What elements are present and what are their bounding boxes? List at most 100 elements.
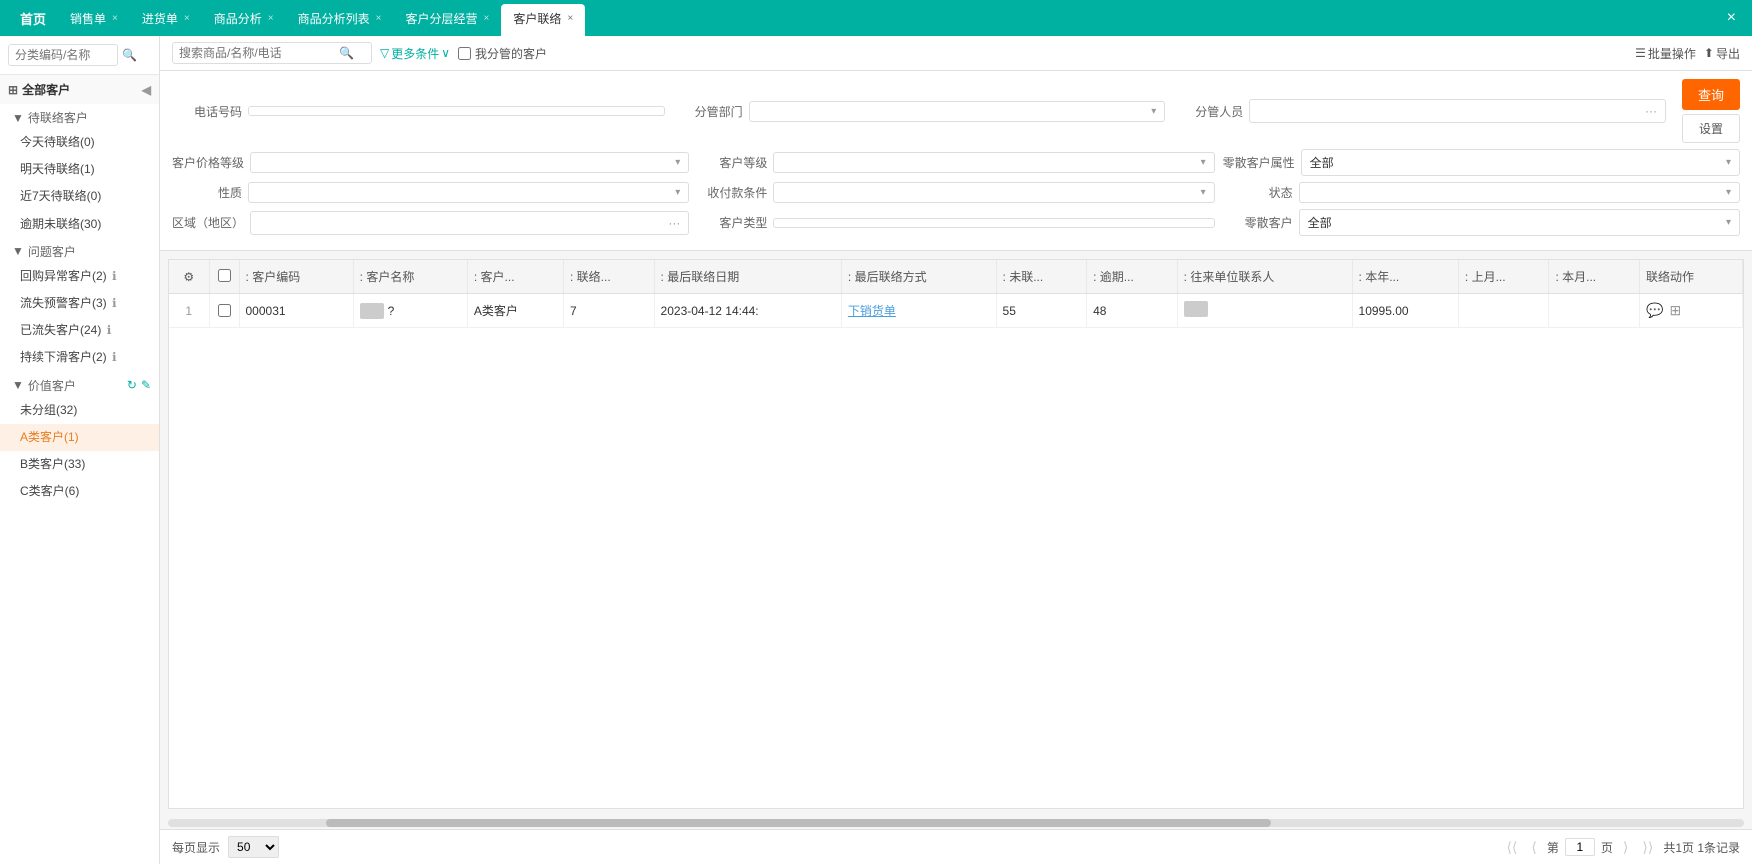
sidebar-search-area: 🔍: [0, 36, 159, 75]
all-customers-header[interactable]: ⊞ 全部客户 ◀: [0, 75, 159, 104]
page-input[interactable]: [1565, 838, 1595, 856]
col-header-no-contact: : 未联...: [996, 260, 1087, 294]
col-header-this-year: : 本年...: [1352, 260, 1458, 294]
cell-checkbox[interactable]: [209, 294, 239, 328]
batch-icon: ☰: [1635, 46, 1646, 60]
app-close-button[interactable]: ×: [1719, 5, 1744, 31]
cell-contact: 7: [563, 294, 654, 328]
row-checkbox[interactable]: [218, 304, 231, 317]
customer-level-input[interactable]: ▾: [773, 152, 1214, 173]
col-settings[interactable]: ⚙: [169, 260, 209, 294]
nature-input[interactable]: ▾: [248, 182, 689, 203]
sidebar-item-today[interactable]: 今天待联络(0): [0, 129, 159, 156]
nav-tab-customer-contact[interactable]: 客户联络 ×: [501, 4, 585, 37]
refresh-icon[interactable]: ↻: [127, 378, 137, 392]
batch-operations-btn[interactable]: ☰ 批量操作: [1635, 45, 1696, 62]
cell-num: 1: [169, 294, 209, 328]
close-customer-contact-icon[interactable]: ×: [567, 13, 573, 24]
scrollbar-thumb[interactable]: [326, 819, 1272, 827]
sidebar-item-b-class[interactable]: B类客户(33): [0, 451, 159, 478]
query-button[interactable]: 查询: [1682, 79, 1740, 110]
first-page-btn[interactable]: ⟨⟨: [1502, 837, 1521, 858]
col-header-action: 联络动作: [1640, 260, 1743, 294]
pagination: ⟨⟨ ⟨ 第 页 ⟩ ⟩⟩ 共1页 1条记录: [1502, 837, 1740, 858]
info-icon-repurchase: ℹ: [112, 269, 117, 283]
horizontal-scrollbar[interactable]: [160, 817, 1752, 829]
sidebar-item-declining[interactable]: 持续下滑客户(2) ℹ: [0, 344, 159, 371]
nav-tab-home[interactable]: 首页: [8, 3, 58, 34]
retail-customer-label: 零散客户: [1223, 214, 1293, 231]
sidebar-item-c-class[interactable]: C类客户(6): [0, 478, 159, 505]
filter-search-box: 🔍: [172, 42, 372, 64]
export-icon: ⬆: [1704, 46, 1714, 60]
chat-icon[interactable]: 💬: [1646, 302, 1663, 319]
cell-action: 💬 ⊞: [1640, 294, 1743, 328]
retail-attr-input[interactable]: 全部▾: [1301, 149, 1740, 176]
company-contact-block: [1184, 301, 1208, 317]
last-method-link[interactable]: 下销货单: [848, 304, 896, 318]
settings-button[interactable]: 设置: [1682, 114, 1740, 143]
next-page-btn[interactable]: ⟩: [1619, 837, 1632, 858]
close-customer-segment-icon[interactable]: ×: [483, 13, 489, 24]
nav-tab-goods-analysis[interactable]: 商品分析 ×: [202, 4, 286, 33]
status-input[interactable]: ▾: [1299, 182, 1740, 203]
sidebar-item-tomorrow[interactable]: 明天待联络(1): [0, 156, 159, 183]
collapse-icon[interactable]: ◀: [142, 83, 151, 97]
retail-customer-input[interactable]: 全部▾: [1299, 209, 1740, 236]
my-customers-check[interactable]: [458, 47, 471, 60]
my-customers-checkbox[interactable]: 我分管的客户: [458, 45, 547, 62]
col-header-code: : 客户编码: [239, 260, 353, 294]
nav-tab-customer-segment[interactable]: 客户分层经营 ×: [393, 4, 501, 33]
close-sales-icon[interactable]: ×: [112, 13, 118, 24]
cell-last-date: 2023-04-12 14:44:: [654, 294, 841, 328]
per-page-select[interactable]: 50 100: [228, 836, 279, 858]
cell-this-month: [1549, 294, 1640, 328]
sidebar-item-7days[interactable]: 近7天待联络(0): [0, 183, 159, 210]
col-header-last-date: : 最后联络日期: [654, 260, 841, 294]
export-btn[interactable]: ⬆ 导出: [1704, 45, 1740, 62]
sidebar-search-input[interactable]: [8, 44, 118, 66]
more-conditions-btn[interactable]: ▽ 更多条件 ∨: [380, 45, 450, 62]
phone-input[interactable]: [248, 106, 665, 116]
sidebar-group-problem: ▼ 问题客户: [0, 238, 159, 263]
grid-action-icon[interactable]: ⊞: [1669, 302, 1681, 319]
col-checkbox[interactable]: [209, 260, 239, 294]
filter-cell-payment: 收付款条件 ▾: [697, 182, 1214, 203]
info-icon-declining: ℹ: [112, 350, 117, 364]
sidebar-item-lost[interactable]: 已流失客户(24) ℹ: [0, 317, 159, 344]
sidebar-search-icon[interactable]: 🔍: [122, 48, 137, 62]
filter-cell-nature: 性质 ▾: [172, 182, 689, 203]
select-all-checkbox[interactable]: [218, 269, 231, 282]
close-goods-list-icon[interactable]: ×: [376, 13, 382, 24]
sidebar-item-repurchase[interactable]: 回购异常客户(2) ℹ: [0, 263, 159, 290]
manager-input[interactable]: ···: [1249, 99, 1666, 123]
nav-tab-purchase[interactable]: 进货单 ×: [130, 4, 202, 33]
content-area: 🔍 ▽ 更多条件 ∨ 我分管的客户 ☰ 批量操作 ⬆ 导出: [160, 36, 1752, 864]
close-goods-analysis-icon[interactable]: ×: [268, 13, 274, 24]
price-level-label: 客户价格等级: [172, 154, 244, 171]
close-purchase-icon[interactable]: ×: [184, 13, 190, 24]
payment-input[interactable]: ▾: [773, 182, 1214, 203]
region-input[interactable]: ···: [250, 211, 689, 235]
sidebar-item-unclassified[interactable]: 未分组(32): [0, 397, 159, 424]
sidebar-item-overdue[interactable]: 逾期未联络(30): [0, 211, 159, 238]
advanced-filter: 电话号码 分管部门 ▾ 分管人员 ··· 查询 设置: [160, 71, 1752, 251]
customer-type-input[interactable]: [773, 218, 1214, 228]
cell-name: ?: [353, 294, 467, 328]
sidebar-item-a-class[interactable]: A类客户(1): [0, 424, 159, 451]
filter-search-input[interactable]: [179, 46, 339, 60]
prev-page-btn[interactable]: ⟨: [1527, 837, 1540, 858]
last-page-btn[interactable]: ⟩⟩: [1638, 837, 1657, 858]
retail-attr-label: 零散客户属性: [1223, 154, 1295, 171]
price-level-input[interactable]: ▾: [250, 152, 689, 173]
filter-icon: ▽: [380, 46, 389, 60]
grid-icon: ⊞: [8, 83, 18, 97]
filter-search-icon[interactable]: 🔍: [339, 46, 354, 60]
main-layout: 🔍 ⊞ 全部客户 ◀ ▼ 待联络客户 今天待联络(0) 明天待联络(1) 近7天…: [0, 36, 1752, 864]
sidebar-item-lost-warning[interactable]: 流失预警客户(3) ℹ: [0, 290, 159, 317]
nav-tab-sales[interactable]: 销售单 ×: [58, 4, 130, 33]
nav-tab-goods-list[interactable]: 商品分析列表 ×: [286, 4, 394, 33]
edit-icon[interactable]: ✎: [141, 378, 151, 392]
department-input[interactable]: ▾: [749, 101, 1166, 122]
cell-last-method[interactable]: 下销货单: [841, 294, 996, 328]
